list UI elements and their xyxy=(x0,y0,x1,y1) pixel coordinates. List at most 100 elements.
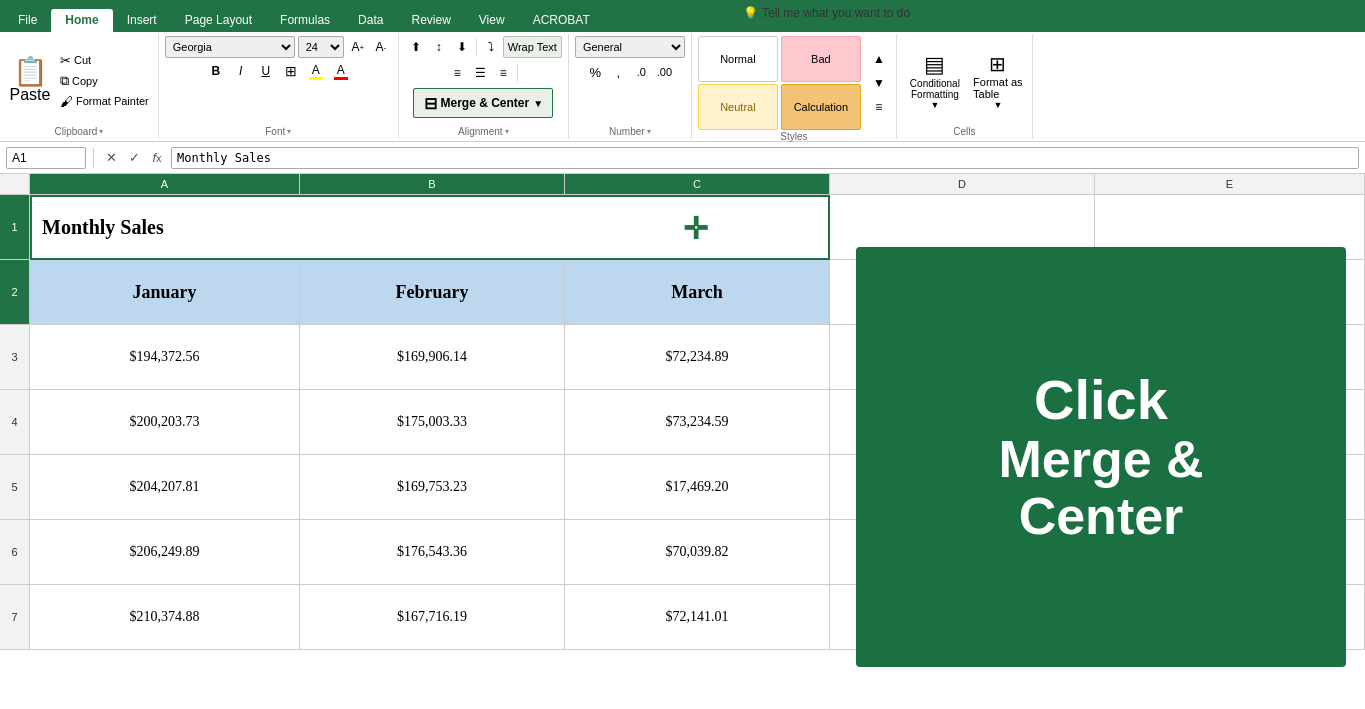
wrap-text-label: Wrap Text xyxy=(508,41,557,53)
clipboard-expand-icon[interactable]: ▾ xyxy=(99,127,103,136)
style-calculation-button[interactable]: Calculation xyxy=(781,84,861,130)
cell-C7[interactable]: $72,141.01 xyxy=(565,585,830,650)
cell-B6[interactable]: $176,543.36 xyxy=(300,520,565,585)
styles-scroll-up[interactable]: ▲ xyxy=(868,48,890,70)
conditional-formatting-button[interactable]: ▤ ConditionalFormatting ▼ xyxy=(903,45,967,117)
copy-button[interactable]: ⧉ Copy xyxy=(57,71,152,91)
style-neutral-button[interactable]: Neutral xyxy=(698,84,778,130)
tell-me-bar[interactable]: 💡 Tell me what you want to do xyxy=(743,6,910,20)
styles-scroll-down[interactable]: ▼ xyxy=(868,72,890,94)
format-as-table-button[interactable]: ⊞ Format asTable ▼ xyxy=(970,45,1026,117)
cell-A5[interactable]: $204,207.81 xyxy=(30,455,300,520)
merge-center-button[interactable]: ⊟ Merge & Center ▼ xyxy=(413,88,553,118)
font-expand-icon[interactable]: ▾ xyxy=(287,127,291,136)
row-num-7: 7 xyxy=(0,585,30,650)
fill-color-button[interactable]: A xyxy=(305,60,327,82)
cell-A4-value: $200,203.73 xyxy=(130,414,200,430)
font-group: Georgia 24 A+ A- B I U ⊞ xyxy=(159,34,399,139)
style-bad-button[interactable]: Bad xyxy=(781,36,861,82)
comma-button[interactable]: , xyxy=(607,61,629,83)
wrap-text-button[interactable]: Wrap Text xyxy=(503,36,562,58)
row-num-3: 3 xyxy=(0,325,30,390)
tab-acrobat[interactable]: ACROBAT xyxy=(519,9,604,32)
conditional-dropdown[interactable]: ▼ xyxy=(930,100,939,110)
align-middle-button[interactable]: ↕ xyxy=(428,36,450,58)
font-family-select[interactable]: Georgia xyxy=(165,36,295,58)
cell-A7[interactable]: $210,374.88 xyxy=(30,585,300,650)
lightbulb-icon: 💡 xyxy=(743,6,758,20)
number-group-label: Number xyxy=(609,126,645,137)
font-size-select[interactable]: 24 xyxy=(298,36,344,58)
cell-B2[interactable]: February xyxy=(300,260,565,325)
decrease-font-button[interactable]: A- xyxy=(370,36,392,58)
align-left-button[interactable]: ≡ xyxy=(446,62,468,84)
cell-reference-box[interactable]: A1 xyxy=(6,147,86,169)
tab-data[interactable]: Data xyxy=(344,9,397,32)
cell-A2[interactable]: January xyxy=(30,260,300,325)
align-right-button[interactable]: ≡ xyxy=(492,62,514,84)
wrap-icon[interactable]: ⤵ xyxy=(480,36,502,58)
alignment-expand-icon[interactable]: ▾ xyxy=(505,127,509,136)
cell-B4[interactable]: $175,003.33 xyxy=(300,390,565,455)
col-header-A[interactable]: A xyxy=(30,174,300,194)
alignment-group-label: Alignment xyxy=(458,126,502,137)
number-group: General % , .0 .00 Number ▾ xyxy=(569,34,692,139)
decrease-decimal-button[interactable]: .00 xyxy=(653,61,675,83)
table-dropdown[interactable]: ▼ xyxy=(993,100,1002,110)
cell-B2-value: February xyxy=(396,282,469,303)
paintbrush-icon: 🖌 xyxy=(60,94,73,109)
col-header-D[interactable]: D xyxy=(830,174,1095,194)
underline-button[interactable]: U xyxy=(255,60,277,82)
table-icon: ⊞ xyxy=(989,52,1006,76)
bold-button[interactable]: B xyxy=(205,60,227,82)
neutral-label: Neutral xyxy=(720,101,755,113)
cell-B5[interactable]: $169,753.23 xyxy=(300,455,565,520)
paste-button[interactable]: 📋 Paste xyxy=(6,45,54,117)
format-painter-button[interactable]: 🖌 Format Painter xyxy=(57,92,152,111)
cell-C4[interactable]: $73,234.59 xyxy=(565,390,830,455)
cell-C3[interactable]: $72,234.89 xyxy=(565,325,830,390)
align-bottom-button[interactable]: ⬇ xyxy=(451,36,473,58)
confirm-formula-button[interactable]: ✓ xyxy=(124,148,144,168)
tab-insert[interactable]: Insert xyxy=(113,9,171,32)
cell-B7[interactable]: $167,716.19 xyxy=(300,585,565,650)
col-header-B[interactable]: B xyxy=(300,174,565,194)
cell-B3[interactable]: $169,906.14 xyxy=(300,325,565,390)
italic-button[interactable]: I xyxy=(230,60,252,82)
col-header-E[interactable]: E xyxy=(1095,174,1365,194)
merge-icon: ⊟ xyxy=(424,94,437,113)
increase-font-button[interactable]: A+ xyxy=(347,36,369,58)
col-header-C[interactable]: C xyxy=(565,174,830,194)
cell-C7-value: $72,141.01 xyxy=(666,609,729,625)
align-center-button[interactable]: ☰ xyxy=(469,62,491,84)
cell-B5-value: $169,753.23 xyxy=(397,479,467,495)
tab-home[interactable]: Home xyxy=(51,9,112,32)
tab-formulas[interactable]: Formulas xyxy=(266,9,344,32)
tab-review[interactable]: Review xyxy=(397,9,464,32)
styles-more[interactable]: ≡ xyxy=(868,96,890,118)
cell-A1[interactable]: Monthly Sales ✛ xyxy=(30,195,830,260)
number-format-select[interactable]: General xyxy=(575,36,685,58)
formula-input[interactable] xyxy=(171,147,1359,169)
cell-C6[interactable]: $70,039.82 xyxy=(565,520,830,585)
merge-dropdown-icon[interactable]: ▼ xyxy=(533,98,543,109)
font-color-button[interactable]: A xyxy=(330,60,352,82)
cell-A6[interactable]: $206,249.89 xyxy=(30,520,300,585)
cut-button[interactable]: ✂ Cut xyxy=(57,51,152,70)
tab-page-layout[interactable]: Page Layout xyxy=(171,9,266,32)
cell-C2[interactable]: March xyxy=(565,260,830,325)
number-expand-icon[interactable]: ▾ xyxy=(647,127,651,136)
cell-C5[interactable]: $17,469.20 xyxy=(565,455,830,520)
increase-decimal-button[interactable]: .0 xyxy=(630,61,652,83)
border-button[interactable]: ⊞ xyxy=(280,60,302,82)
cell-C2-value: March xyxy=(671,282,723,303)
tab-file[interactable]: File xyxy=(4,9,51,32)
cancel-formula-button[interactable]: ✕ xyxy=(101,148,121,168)
insert-function-button[interactable]: fx xyxy=(147,148,167,168)
align-top-button[interactable]: ⬆ xyxy=(405,36,427,58)
tab-view[interactable]: View xyxy=(465,9,519,32)
style-normal-button[interactable]: Normal xyxy=(698,36,778,82)
cell-A4[interactable]: $200,203.73 xyxy=(30,390,300,455)
percent-button[interactable]: % xyxy=(584,61,606,83)
cell-A3[interactable]: $194,372.56 xyxy=(30,325,300,390)
